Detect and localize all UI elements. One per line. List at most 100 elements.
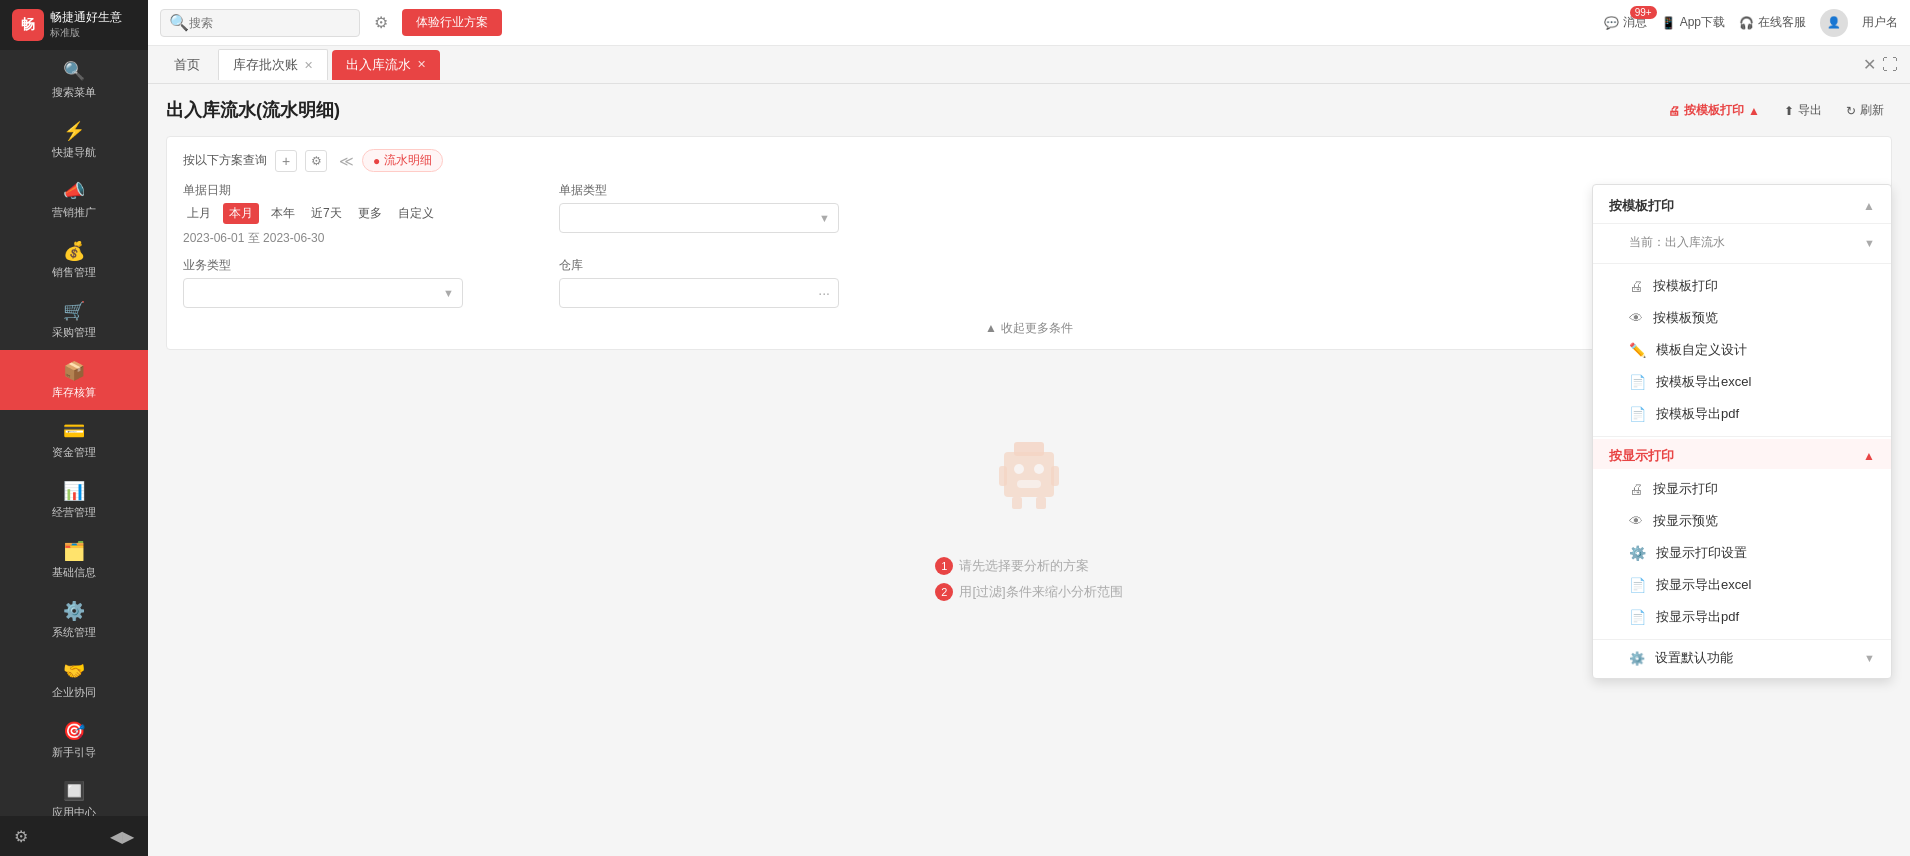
sidebar-item-inventory[interactable]: 📦 库存核算 [0, 350, 148, 410]
dropdown-item-display-print[interactable]: 🖨 按显示打印 [1593, 473, 1891, 505]
date-this-month[interactable]: 本月 [223, 203, 259, 224]
tab-batch-account-label: 库存批次账 [233, 56, 298, 74]
settings-icon[interactable]: ⚙ [14, 827, 28, 846]
topbar-gear-icon[interactable]: ⚙ [368, 13, 394, 32]
template-items-section: 🖨 按模板打印 👁 按模板预览 ✏️ 模板自定义设计 📄 按模板导出excel … [1593, 266, 1891, 434]
collab-icon: 🤝 [63, 660, 85, 682]
template-print-menu-label: 按模板打印 [1653, 277, 1718, 295]
filter-tag-icon: ● [373, 154, 380, 168]
sidebar-item-marketing[interactable]: 📣 营销推广 [0, 170, 148, 230]
date-last-month[interactable]: 上月 [183, 203, 215, 224]
export-icon: ⬆ [1784, 104, 1794, 118]
filter-tag-label: 流水明细 [384, 152, 432, 169]
date-label: 单据日期 [183, 182, 463, 199]
refresh-btn[interactable]: ↻ 刷新 [1838, 98, 1892, 123]
tab-batch-account-close[interactable]: ✕ [304, 59, 313, 72]
app-name: 畅捷通好生意 [50, 10, 122, 26]
page-actions: 🖨 按模板打印 ▲ ⬆ 导出 ↻ 刷新 [1660, 98, 1892, 123]
topbar-messages[interactable]: 💬 消息 99+ [1604, 14, 1647, 31]
guide-icon: 🎯 [63, 720, 85, 742]
search-input[interactable] [189, 16, 329, 30]
template-preview-icon: 👁 [1629, 310, 1643, 326]
sidebar-label-finance: 资金管理 [52, 445, 96, 460]
doc-type-select[interactable]: ▼ [559, 203, 839, 233]
dropdown-item-display-preview[interactable]: 👁 按显示预览 [1593, 505, 1891, 537]
date-more[interactable]: 更多 [354, 203, 386, 224]
industry-btn[interactable]: 体验行业方案 [402, 9, 502, 36]
username[interactable]: 用户名 [1862, 14, 1898, 31]
sidebar-label-operations: 经营管理 [52, 505, 96, 520]
dropdown-header-arrow[interactable]: ▲ [1863, 199, 1875, 213]
tab-close-all-btn[interactable]: ✕ [1863, 55, 1876, 74]
display-section-arrow[interactable]: ▲ [1863, 449, 1875, 463]
sidebar-item-quick-nav[interactable]: ⚡ 快捷导航 [0, 110, 148, 170]
user-avatar[interactable]: 👤 [1820, 9, 1848, 37]
tab-inout-flow[interactable]: 出入库流水 ✕ [332, 50, 440, 80]
date-7-days[interactable]: 近7天 [307, 203, 346, 224]
tab-batch-account[interactable]: 库存批次账 ✕ [218, 49, 328, 80]
filter-add-btn[interactable]: + [275, 150, 297, 172]
tab-home[interactable]: 首页 [160, 50, 214, 80]
template-pdf-label: 按模板导出pdf [1656, 405, 1739, 423]
dropdown-footer-item[interactable]: ⚙️ 设置默认功能 ▼ [1593, 642, 1891, 674]
tab-inout-flow-close[interactable]: ✕ [417, 58, 426, 71]
tab-maximize-btn[interactable]: ⛶ [1882, 55, 1898, 74]
date-this-year[interactable]: 本年 [267, 203, 299, 224]
inventory-icon: 📦 [63, 360, 85, 382]
sidebar-label-sales: 销售管理 [52, 265, 96, 280]
sidebar-item-purchase[interactable]: 🛒 采购管理 [0, 290, 148, 350]
sidebar-item-operations[interactable]: 📊 经营管理 [0, 470, 148, 530]
svg-rect-5 [999, 466, 1007, 486]
dropdown-item-template-preview[interactable]: 👁 按模板预览 [1593, 302, 1891, 334]
dropdown-item-display-pdf[interactable]: 📄 按显示导出pdf [1593, 601, 1891, 633]
sidebar-item-basics[interactable]: 🗂️ 基础信息 [0, 530, 148, 590]
dropdown-item-template-excel[interactable]: 📄 按模板导出excel [1593, 366, 1891, 398]
sidebar-label-marketing: 营销推广 [52, 205, 96, 220]
tabbar-controls: ✕ ⛶ [1863, 55, 1898, 74]
filter-collapse-icon[interactable]: ≪ [339, 153, 354, 169]
sidebar-item-guide[interactable]: 🎯 新手引导 [0, 710, 148, 770]
dropdown-item-display-excel[interactable]: 📄 按显示导出excel [1593, 569, 1891, 601]
collapse-filter-btn[interactable]: ▲ 收起更多条件 [985, 320, 1073, 337]
sidebar-item-sales[interactable]: 💰 销售管理 [0, 230, 148, 290]
topbar-app-download[interactable]: 📱 App下载 [1661, 14, 1725, 31]
dropdown-panel: 按模板打印 ▲ 当前：出入库流水 ▼ 🖨 按模板打印 👁 按模板预览 [1592, 184, 1892, 679]
sidebar-label-basics: 基础信息 [52, 565, 96, 580]
filter-doc-type-field: 单据类型 ▼ [559, 182, 839, 233]
sidebar-item-apps[interactable]: 🔲 应用中心 [0, 770, 148, 816]
doc-type-arrow-icon: ▼ [819, 212, 830, 224]
sidebar-item-finance[interactable]: 💳 资金管理 [0, 410, 148, 470]
service-label: 在线客服 [1758, 14, 1806, 31]
sidebar-item-system[interactable]: ⚙️ 系统管理 [0, 590, 148, 650]
logo-icon: 畅 [12, 9, 44, 41]
page-title: 出入库流水(流水明细) [166, 98, 1892, 122]
app-logo: 畅 畅捷通好生意 标准版 [0, 0, 148, 50]
date-shortcuts: 上月 本月 本年 近7天 更多 自定义 [183, 203, 463, 224]
dropdown-item-template-custom[interactable]: ✏️ 模板自定义设计 [1593, 334, 1891, 366]
system-icon: ⚙️ [63, 600, 85, 622]
dropdown-item-display-settings[interactable]: ⚙️ 按显示打印设置 [1593, 537, 1891, 569]
collapse-sidebar-icon[interactable]: ◀▶ [110, 827, 134, 846]
filter-settings-btn[interactable]: ⚙ [305, 150, 327, 172]
dropdown-item-template-pdf[interactable]: 📄 按模板导出pdf [1593, 398, 1891, 430]
biz-type-select[interactable]: ▼ [183, 278, 463, 308]
template-preview-label: 按模板预览 [1653, 309, 1718, 327]
svg-rect-4 [1017, 480, 1041, 488]
template-print-btn[interactable]: 🖨 按模板打印 ▲ [1660, 98, 1768, 123]
topbar-search-icon: 🔍 [169, 13, 189, 32]
topbar-search-box[interactable]: 🔍 [160, 9, 360, 37]
empty-state-icon [979, 422, 1079, 541]
dropdown-current-section: 当前：出入库流水 ▼ [1593, 224, 1891, 261]
export-btn[interactable]: ⬆ 导出 [1776, 98, 1830, 123]
date-custom[interactable]: 自定义 [394, 203, 438, 224]
warehouse-select[interactable]: ··· [559, 278, 839, 308]
dropdown-item-template-print[interactable]: 🖨 按模板打印 [1593, 270, 1891, 302]
template-custom-label: 模板自定义设计 [1656, 341, 1747, 359]
topbar-service[interactable]: 🎧 在线客服 [1739, 14, 1806, 31]
filter-warehouse-field: 仓库 ··· [559, 257, 839, 308]
sidebar-label-purchase: 采购管理 [52, 325, 96, 340]
sidebar-footer: ⚙ ◀▶ [0, 816, 148, 856]
sidebar-item-collab[interactable]: 🤝 企业协同 [0, 650, 148, 710]
sidebar-item-search-menu[interactable]: 🔍 搜索菜单 [0, 50, 148, 110]
svg-point-2 [1014, 464, 1024, 474]
